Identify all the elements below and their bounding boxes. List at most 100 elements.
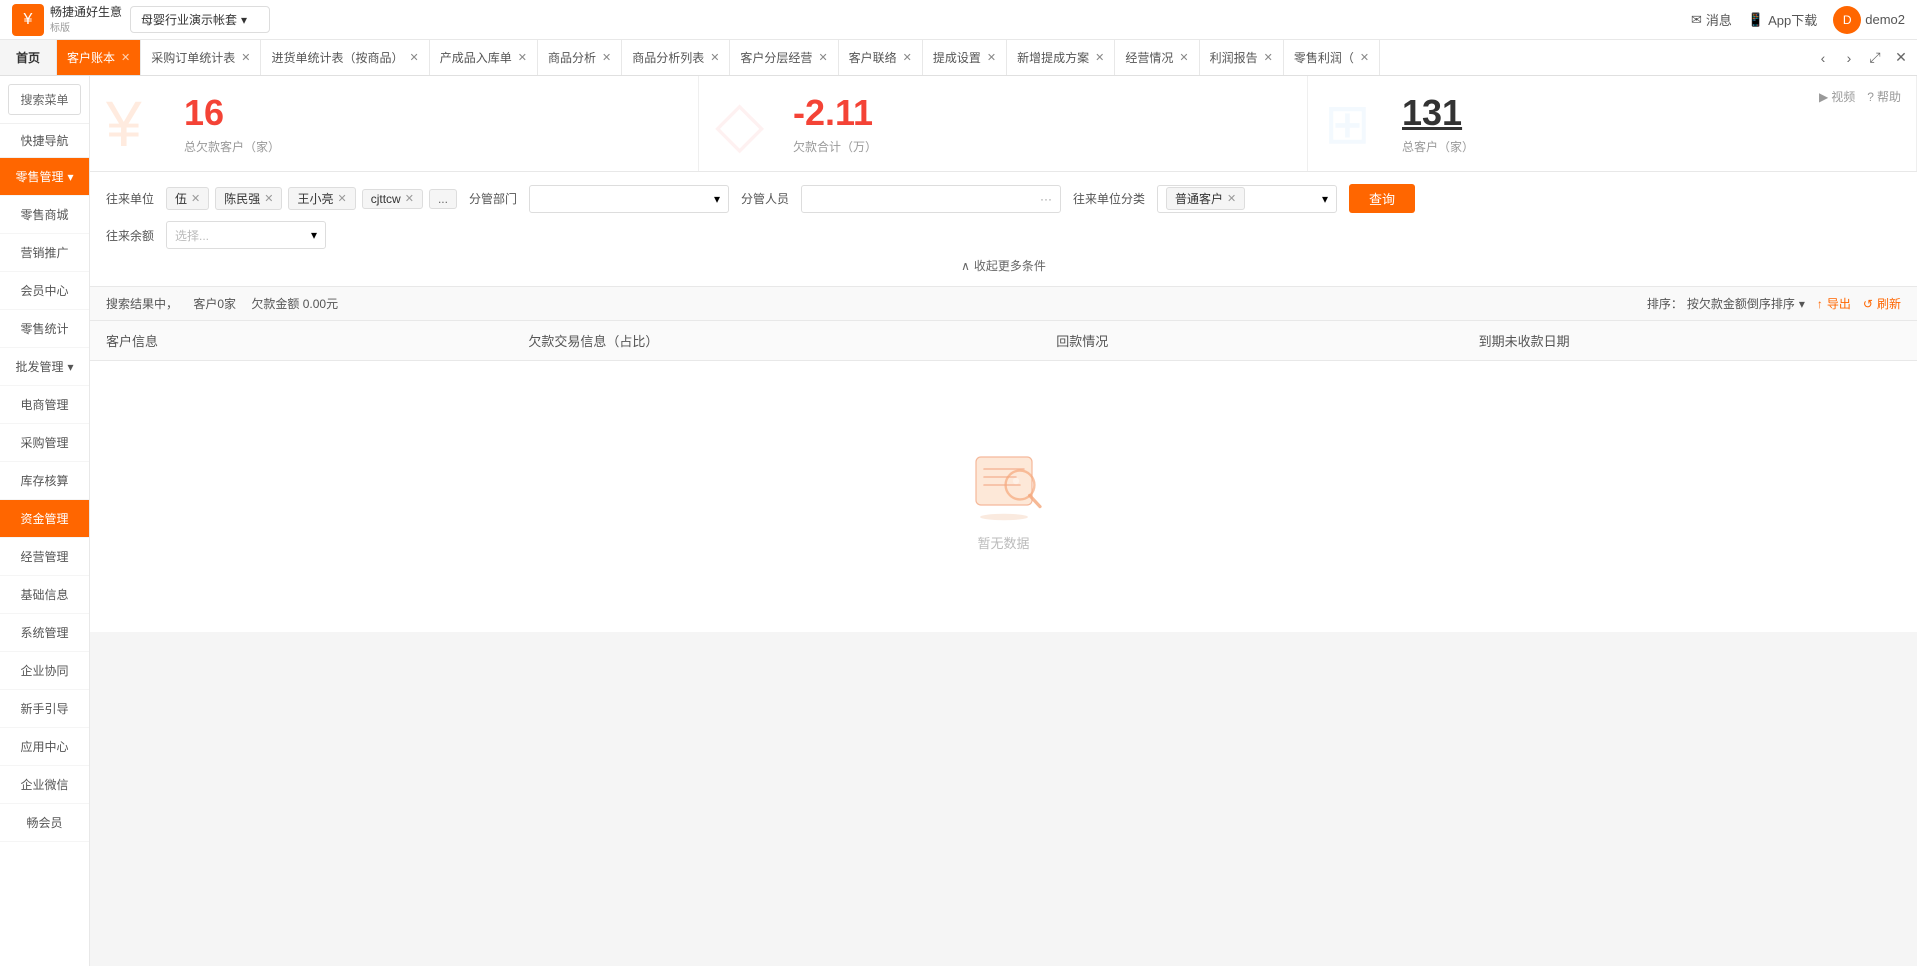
stat-debt-customers: ¥ 16 总欠款客户（家） [90, 76, 699, 171]
video-btn[interactable]: ▶ 视频 [1819, 88, 1855, 105]
chevron-down-icon: ▾ [67, 170, 73, 184]
sidebar-item-vip[interactable]: 畅会员 [0, 804, 89, 842]
sidebar-item-wechat[interactable]: 企业微信 [0, 766, 89, 804]
close-icon[interactable]: ✕ [410, 51, 419, 64]
tab-retail-profit[interactable]: 零售利润（ ✕ [1284, 40, 1380, 76]
refresh-button[interactable]: ↺ 刷新 [1863, 295, 1901, 312]
chevron-down-icon: ▾ [241, 13, 247, 27]
sidebar-item-operation[interactable]: 经营管理 [0, 538, 89, 576]
sidebar-item-label: 基础信息 [20, 588, 68, 602]
export-label: 导出 [1827, 295, 1851, 312]
filter-unit-class-select[interactable]: 普通客户 ✕ ▾ [1157, 185, 1337, 213]
filter-tag-cjttcw[interactable]: cjttcw ✕ [362, 189, 423, 209]
filter-bar: 往来单位 伍 ✕ 陈民强 ✕ 王小亮 ✕ cjttcw [90, 172, 1917, 287]
filter-tag-more[interactable]: ... [429, 189, 457, 209]
tab-profit-report[interactable]: 利润报告 ✕ [1200, 40, 1284, 76]
query-button[interactable]: 查询 [1349, 184, 1415, 213]
sidebar-item-wholesale[interactable]: 批发管理 ▾ [0, 348, 89, 386]
sidebar-item-label: 零售统计 [20, 322, 68, 336]
search-menu-button[interactable]: 搜索菜单 [8, 84, 81, 115]
sidebar-item-label: 经营管理 [20, 550, 68, 564]
tab-product-analysis-list[interactable]: 商品分析列表 ✕ [622, 40, 730, 76]
filter-tag-wu[interactable]: 伍 ✕ [166, 187, 209, 210]
filter-dept-select[interactable]: ▾ [529, 185, 729, 213]
company-select[interactable]: 母婴行业演示帐套 ▾ [130, 6, 270, 33]
tab-prev-btn[interactable]: ‹ [1811, 46, 1835, 70]
tab-business-status[interactable]: 经营情况 ✕ [1115, 40, 1199, 76]
filter-balance-select[interactable]: 选择... ▾ [166, 221, 326, 249]
sort-select[interactable]: 排序： 按欠款金额倒序排序 ▾ [1647, 295, 1805, 312]
sidebar-item-app-center[interactable]: 应用中心 [0, 728, 89, 766]
filter-balance-label: 往来余额 [106, 227, 154, 244]
sidebar-item-finance[interactable]: 资金管理 [0, 500, 89, 538]
sidebar-item-retail-mall[interactable]: 零售商城 [0, 196, 89, 234]
sidebar-item-marketing[interactable]: 营销推广 [0, 234, 89, 272]
tab-scroll: 首页 客户账本 ✕ 采购订单统计表 ✕ 进货单统计表（按商品） ✕ 产成品入库单… [0, 40, 1807, 76]
results-bar: 搜索结果中， 客户0家 欠款金额 0.00元 排序： 按欠款金额倒序排序 ▾ ↑… [90, 287, 1917, 321]
close-icon[interactable]: ✕ [518, 51, 527, 64]
sidebar-item-purchase[interactable]: 采购管理 [0, 424, 89, 462]
remove-tag-icon[interactable]: ✕ [338, 192, 347, 205]
chevron-down-icon: ▾ [1799, 297, 1805, 311]
close-icon[interactable]: ✕ [1360, 51, 1369, 64]
collapse-button[interactable]: ∧ 收起更多条件 [106, 257, 1901, 274]
sidebar-item-label: 批发管理 [15, 358, 63, 375]
close-icon[interactable]: ✕ [1095, 51, 1104, 64]
message-btn[interactable]: ✉ 消息 [1691, 10, 1732, 29]
sidebar-item-retail[interactable]: 零售管理 ▾ [0, 158, 89, 196]
tab-expand-btn[interactable]: ⤢ [1863, 46, 1887, 70]
remove-tag-icon[interactable]: ✕ [191, 192, 200, 205]
user-area[interactable]: D demo2 [1833, 6, 1905, 34]
tab-product-analysis[interactable]: 商品分析 ✕ [538, 40, 622, 76]
close-icon[interactable]: ✕ [121, 51, 130, 64]
quick-nav-button[interactable]: 快捷导航 [0, 124, 89, 158]
username: demo2 [1865, 12, 1905, 27]
filter-dept-label: 分管部门 [469, 190, 517, 207]
refresh-icon: ↺ [1863, 297, 1873, 311]
tab-purchase-stats[interactable]: 进货单统计表（按商品） ✕ [261, 40, 429, 76]
tab-label: 利润报告 [1210, 49, 1258, 66]
close-icon[interactable]: ✕ [710, 51, 719, 64]
sidebar-item-label: 企业微信 [20, 778, 68, 792]
export-button[interactable]: ↑ 导出 [1817, 295, 1851, 312]
sidebar-item-enterprise[interactable]: 企业协同 [0, 652, 89, 690]
close-icon[interactable]: ✕ [818, 51, 827, 64]
remove-tag-icon[interactable]: ✕ [264, 192, 273, 205]
tab-label: 经营情况 [1125, 49, 1173, 66]
app-download-btn[interactable]: 📱 App下载 [1748, 10, 1817, 29]
filter-tag-chen[interactable]: 陈民强 ✕ [215, 187, 282, 210]
sidebar-item-member[interactable]: 会员中心 [0, 272, 89, 310]
stat-actions: ▶ 视频 ? 帮助 [1819, 88, 1901, 105]
tab-customer-contact[interactable]: 客户联络 ✕ [839, 40, 923, 76]
close-icon[interactable]: ✕ [903, 51, 912, 64]
tab-customer-account[interactable]: 客户账本 ✕ [57, 40, 141, 76]
tab-purchase-order[interactable]: 采购订单统计表 ✕ [141, 40, 261, 76]
filter-person-select[interactable]: ··· [801, 185, 1061, 213]
close-icon[interactable]: ✕ [1264, 51, 1273, 64]
sidebar-item-system[interactable]: 系统管理 [0, 614, 89, 652]
sidebar-item-basic-info[interactable]: 基础信息 [0, 576, 89, 614]
sidebar-item-retail-stats[interactable]: 零售统计 [0, 310, 89, 348]
sidebar-item-inventory[interactable]: 库存核算 [0, 462, 89, 500]
sidebar-item-newbie[interactable]: 新手引导 [0, 690, 89, 728]
close-icon[interactable]: ✕ [987, 51, 996, 64]
stat-total-customers-label: 总客户（家） [1402, 138, 1892, 155]
close-icon[interactable]: ✕ [241, 51, 250, 64]
sidebar-item-ecommerce[interactable]: 电商管理 [0, 386, 89, 424]
remove-tag-icon[interactable]: ✕ [405, 192, 414, 205]
tab-commission-settings[interactable]: 提成设置 ✕ [923, 40, 1007, 76]
close-icon[interactable]: ✕ [602, 51, 611, 64]
remove-unit-class-icon[interactable]: ✕ [1227, 192, 1236, 205]
col-header-customer: 客户信息 [106, 331, 528, 350]
tab-next-btn[interactable]: › [1837, 46, 1861, 70]
tab-add-commission[interactable]: 新增提成方案 ✕ [1007, 40, 1115, 76]
tab-customer-tier[interactable]: 客户分层经营 ✕ [730, 40, 838, 76]
stat-debt-amount-label: 欠款合计（万） [793, 138, 1283, 155]
close-icon[interactable]: ✕ [1179, 51, 1188, 64]
help-btn[interactable]: ? 帮助 [1867, 88, 1901, 105]
tab-product-stock[interactable]: 产成品入库单 ✕ [430, 40, 538, 76]
tab-home[interactable]: 首页 [0, 40, 57, 76]
filter-tag-wang[interactable]: 王小亮 ✕ [288, 187, 355, 210]
chevron-down-icon: ▾ [714, 192, 720, 206]
tab-close-btn[interactable]: ✕ [1889, 46, 1913, 70]
